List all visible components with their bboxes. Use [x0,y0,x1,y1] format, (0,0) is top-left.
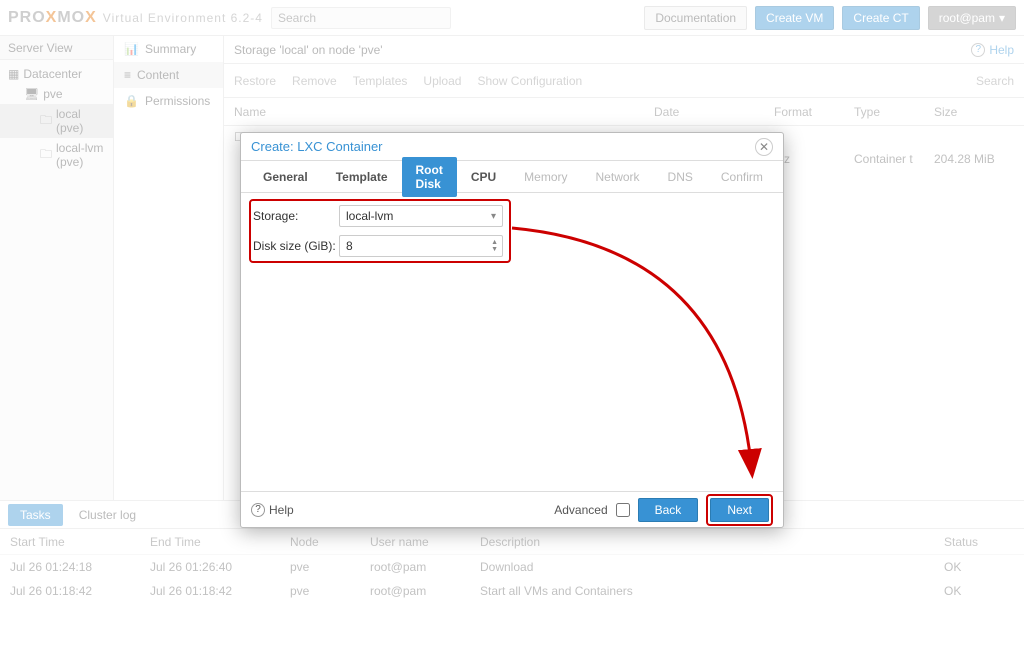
col-format[interactable]: Format [774,105,854,119]
create-container-dialog: Create: LXC Container ✕ General Template… [240,132,784,528]
remove-button[interactable]: Remove [292,74,337,88]
col-user[interactable]: User name [360,535,470,549]
next-button[interactable]: Next [710,498,769,522]
global-search-input[interactable] [271,7,451,29]
wizard-tabs: General Template Root Disk CPU Memory Ne… [241,161,783,193]
tree-view-selector[interactable]: Server View [0,36,113,60]
col-end-time[interactable]: End Time [140,535,280,549]
top-header: PROXMOX Virtual Environment 6.2-4 Docume… [0,0,1024,36]
templates-button[interactable]: Templates [353,74,408,88]
help-link[interactable]: ?Help [971,43,1014,57]
advanced-checkbox[interactable] [616,503,630,517]
tasks-tab[interactable]: Tasks [8,504,63,526]
chevron-down-icon: ▾ [491,211,496,222]
tree-storage-local-lvm[interactable]: 🗀local-lvm (pve) [0,138,113,172]
disk-icon: 🗀 [40,111,52,132]
server-icon: 🖥 [24,87,39,101]
dialog-help-button[interactable]: ? Help [251,503,294,517]
col-type[interactable]: Type [854,105,934,119]
content-table-header: Name Date Format Type Size [224,98,1024,126]
tab-cpu[interactable]: CPU [457,164,510,190]
tab-general[interactable]: General [249,164,322,190]
tab-network: Network [582,164,654,190]
col-start-time[interactable]: Start Time [0,535,140,549]
restore-button[interactable]: Restore [234,74,276,88]
help-icon: ? [251,503,265,517]
storage-select[interactable]: local-lvm ▾ [339,205,503,227]
chevron-down-icon: ▾ [999,11,1005,25]
spinner-icon[interactable]: ▲▼ [491,239,498,253]
advanced-label: Advanced [554,503,607,517]
dialog-title: Create: LXC Container [251,139,383,154]
col-status[interactable]: Status [934,535,1024,549]
storage-label: Storage: [253,209,339,223]
task-row[interactable]: Jul 26 01:18:42 Jul 26 01:18:42 pve root… [0,579,1024,603]
tab-dns: DNS [654,164,707,190]
tab-memory: Memory [510,164,581,190]
side-summary[interactable]: 📊Summary [114,36,223,62]
search-label: Search [976,74,1014,88]
create-vm-button[interactable]: Create VM [755,6,834,30]
version-label: Virtual Environment 6.2-4 [103,11,263,25]
logo: PROXMOX Virtual Environment 6.2-4 [8,9,263,27]
disk-size-label: Disk size (GiB): [253,239,339,253]
content-toolbar: Restore Remove Templates Upload Show Con… [224,64,1024,98]
side-content[interactable]: ≡Content [114,62,223,88]
col-date[interactable]: Date [654,105,774,119]
create-ct-button[interactable]: Create CT [842,6,919,30]
documentation-button[interactable]: Documentation [644,6,747,30]
col-node[interactable]: Node [280,535,360,549]
close-icon[interactable]: ✕ [755,138,773,156]
building-icon: ▦ [8,67,19,81]
disk-size-input[interactable]: 8 ▲▼ [339,235,503,257]
tree-node-pve[interactable]: 🖥pve [0,84,113,104]
annotation-highlight-next: Next [706,494,773,526]
tab-root-disk[interactable]: Root Disk [402,157,457,197]
tree-datacenter[interactable]: ▦Datacenter [0,64,113,84]
upload-button[interactable]: Upload [423,74,461,88]
show-config-button[interactable]: Show Configuration [477,74,582,88]
cluster-log-tab[interactable]: Cluster log [67,504,148,526]
lock-icon: 🔒 [124,94,139,108]
list-icon: ≡ [124,68,131,82]
resource-tree-panel: Server View ▦Datacenter 🖥pve 🗀local (pve… [0,36,114,500]
storage-side-nav: 📊Summary ≡Content 🔒Permissions [114,36,224,500]
tab-template[interactable]: Template [322,164,402,190]
side-permissions[interactable]: 🔒Permissions [114,88,223,114]
chart-icon: 📊 [124,42,139,56]
back-button[interactable]: Back [638,498,699,522]
tree-storage-local[interactable]: 🗀local (pve) [0,104,113,138]
user-menu-button[interactable]: root@pam ▾ [928,6,1016,30]
tab-confirm: Confirm [707,164,777,190]
col-description[interactable]: Description [470,535,934,549]
task-row[interactable]: Jul 26 01:24:18 Jul 26 01:26:40 pve root… [0,555,1024,579]
help-icon: ? [971,43,985,57]
breadcrumb: Storage 'local' on node 'pve' [234,43,383,57]
col-name[interactable]: Name [234,105,654,119]
disk-icon: 🗀 [40,145,52,166]
col-size[interactable]: Size [934,105,1014,119]
